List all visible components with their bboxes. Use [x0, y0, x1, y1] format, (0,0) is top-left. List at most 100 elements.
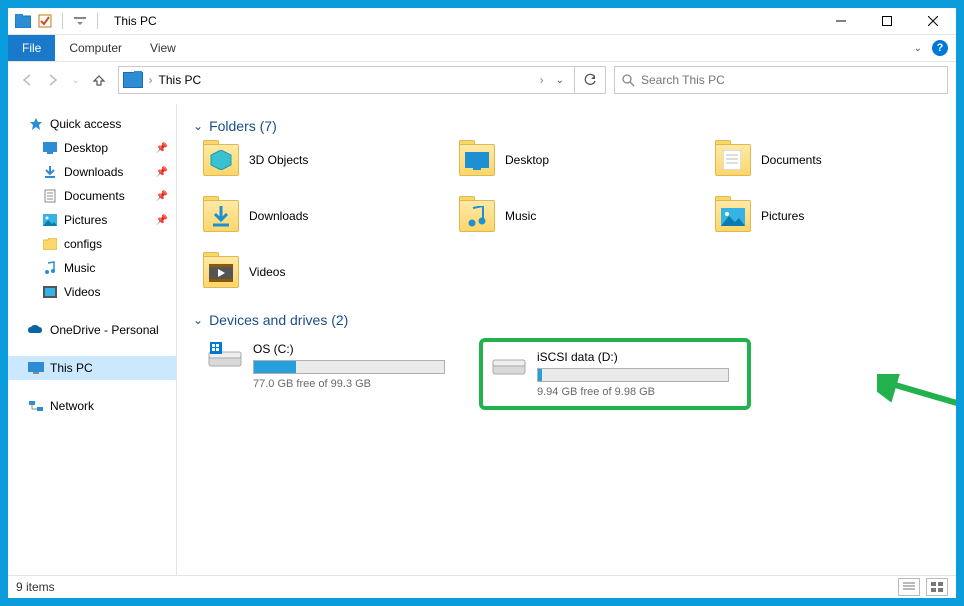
tab-view[interactable]: View [136, 35, 190, 61]
address-dropdown-icon[interactable]: ⌄ [550, 75, 570, 86]
navtree-network-label: Network [50, 399, 94, 413]
qat-properties-icon[interactable] [36, 12, 54, 30]
ribbon-tabs: File Computer View ⌄ ? [8, 35, 956, 62]
navigation-tree: Quick access Desktop 📌 Downloads 📌 Docum… [8, 104, 177, 576]
chevron-down-icon: ⌄ [193, 313, 203, 327]
drive-os-c[interactable]: OS (C:) 77.0 GB free of 99.3 GB [203, 338, 459, 394]
this-pc-icon [28, 360, 44, 376]
navtree-item-downloads[interactable]: Downloads 📌 [8, 160, 176, 184]
search-placeholder: Search This PC [641, 73, 725, 87]
ribbon-expand-icon[interactable]: ⌄ [914, 43, 922, 54]
pin-icon: 📌 [156, 143, 168, 154]
folder-label: Music [505, 209, 536, 223]
folder-label: Pictures [761, 209, 804, 223]
pin-icon: 📌 [156, 167, 168, 178]
content-pane: ⌄ Folders (7) 3D Objects Desktop [177, 104, 956, 576]
folder-pictures-icon [715, 200, 751, 232]
view-details-button[interactable] [898, 578, 920, 596]
qat-customize-icon[interactable] [71, 12, 89, 30]
folder-3d-objects[interactable]: 3D Objects [203, 144, 443, 176]
navtree-item-label: Documents [64, 189, 125, 203]
drive-c-body: OS (C:) 77.0 GB free of 99.3 GB [253, 342, 455, 390]
navtree-item-label: Downloads [64, 165, 123, 179]
drive-d-sub: 9.94 GB free of 9.98 GB [537, 386, 739, 398]
navtree-this-pc[interactable]: This PC [8, 356, 176, 380]
navtree-onedrive[interactable]: OneDrive - Personal [8, 318, 176, 342]
maximize-button[interactable] [864, 8, 910, 34]
drive-iscsi-d[interactable]: iSCSI data (D:) 9.94 GB free of 9.98 GB [479, 338, 751, 410]
navtree-item-desktop[interactable]: Desktop 📌 [8, 136, 176, 160]
tab-computer[interactable]: Computer [55, 35, 136, 61]
navtree-onedrive-group: OneDrive - Personal [8, 318, 176, 342]
onedrive-icon [28, 322, 44, 338]
drive-c-usage-bar [253, 360, 445, 374]
navtree-item-label: Pictures [64, 213, 107, 227]
folder-label: Downloads [249, 209, 308, 223]
nav-up-button[interactable] [92, 73, 106, 87]
minimize-button[interactable] [818, 8, 864, 34]
navtree-onedrive-label: OneDrive - Personal [50, 323, 159, 337]
folder-videos[interactable]: Videos [203, 256, 443, 288]
group-drives-label: Devices and drives (2) [209, 312, 348, 328]
folder-downloads[interactable]: Downloads [203, 200, 443, 232]
close-button[interactable] [910, 8, 956, 34]
nav-recent-dropdown[interactable]: ⌄ [72, 75, 80, 86]
drive-c-sub: 77.0 GB free of 99.3 GB [253, 378, 455, 390]
address-bar[interactable]: › This PC › ⌄ [118, 66, 575, 94]
ribbon-right: ⌄ ? [914, 35, 956, 61]
drives-row: OS (C:) 77.0 GB free of 99.3 GB iSCSI da… [203, 338, 940, 410]
videos-icon [42, 284, 58, 300]
chevron-down-icon: ⌄ [193, 119, 203, 133]
folders-grid: 3D Objects Desktop Documents [203, 144, 940, 288]
navtree-quick-access-label: Quick access [50, 117, 121, 131]
nav-back-button[interactable] [20, 73, 34, 87]
folder-icon [42, 236, 58, 252]
breadcrumb-sep: › [149, 73, 153, 87]
folder-videos-icon [203, 256, 239, 288]
system-menu-icon[interactable] [14, 12, 32, 30]
help-icon[interactable]: ? [932, 40, 948, 56]
tab-file-label: File [22, 41, 41, 55]
drive-c-icon [207, 342, 243, 370]
folder-pictures[interactable]: Pictures [715, 200, 955, 232]
documents-icon [42, 188, 58, 204]
folder-music[interactable]: Music [459, 200, 699, 232]
drive-d-icon [491, 350, 527, 378]
nav-forward-button[interactable] [46, 73, 60, 87]
quick-access-toolbar [8, 12, 108, 30]
navtree-network[interactable]: Network [8, 394, 176, 418]
window-title: This PC [108, 14, 157, 28]
drive-c-name: OS (C:) [253, 342, 455, 356]
group-drives-header[interactable]: ⌄ Devices and drives (2) [193, 312, 940, 328]
navtree-item-label: Desktop [64, 141, 108, 155]
tab-file[interactable]: File [8, 35, 55, 61]
3d-objects-icon [203, 144, 239, 176]
folder-desktop-icon [459, 144, 495, 176]
qat-separator [62, 13, 63, 29]
navtree-item-configs[interactable]: configs [8, 232, 176, 256]
search-box[interactable]: Search This PC [614, 66, 948, 94]
folder-label: Videos [249, 265, 285, 279]
folder-documents-icon [715, 144, 751, 176]
refresh-button[interactable] [575, 66, 606, 94]
navtree-item-music[interactable]: Music [8, 256, 176, 280]
navtree-item-label: Music [64, 261, 95, 275]
navtree-item-documents[interactable]: Documents 📌 [8, 184, 176, 208]
drive-d-body: iSCSI data (D:) 9.94 GB free of 9.98 GB [537, 350, 739, 398]
breadcrumb-sep2[interactable]: › [540, 73, 544, 87]
navtree-item-pictures[interactable]: Pictures 📌 [8, 208, 176, 232]
group-folders-label: Folders (7) [209, 118, 277, 134]
pin-icon: 📌 [156, 191, 168, 202]
pictures-icon [42, 212, 58, 228]
view-large-icons-button[interactable] [926, 578, 948, 596]
search-icon [621, 73, 635, 87]
body: Quick access Desktop 📌 Downloads 📌 Docum… [8, 104, 956, 576]
group-folders-header[interactable]: ⌄ Folders (7) [193, 118, 940, 134]
navtree-item-videos[interactable]: Videos [8, 280, 176, 304]
folder-documents[interactable]: Documents [715, 144, 955, 176]
folder-desktop[interactable]: Desktop [459, 144, 699, 176]
navtree-quick-access-header[interactable]: Quick access [8, 112, 176, 136]
breadcrumb-this-pc[interactable]: This PC [159, 73, 534, 87]
tab-view-label: View [150, 41, 176, 55]
navtree-network-group: Network [8, 394, 176, 418]
